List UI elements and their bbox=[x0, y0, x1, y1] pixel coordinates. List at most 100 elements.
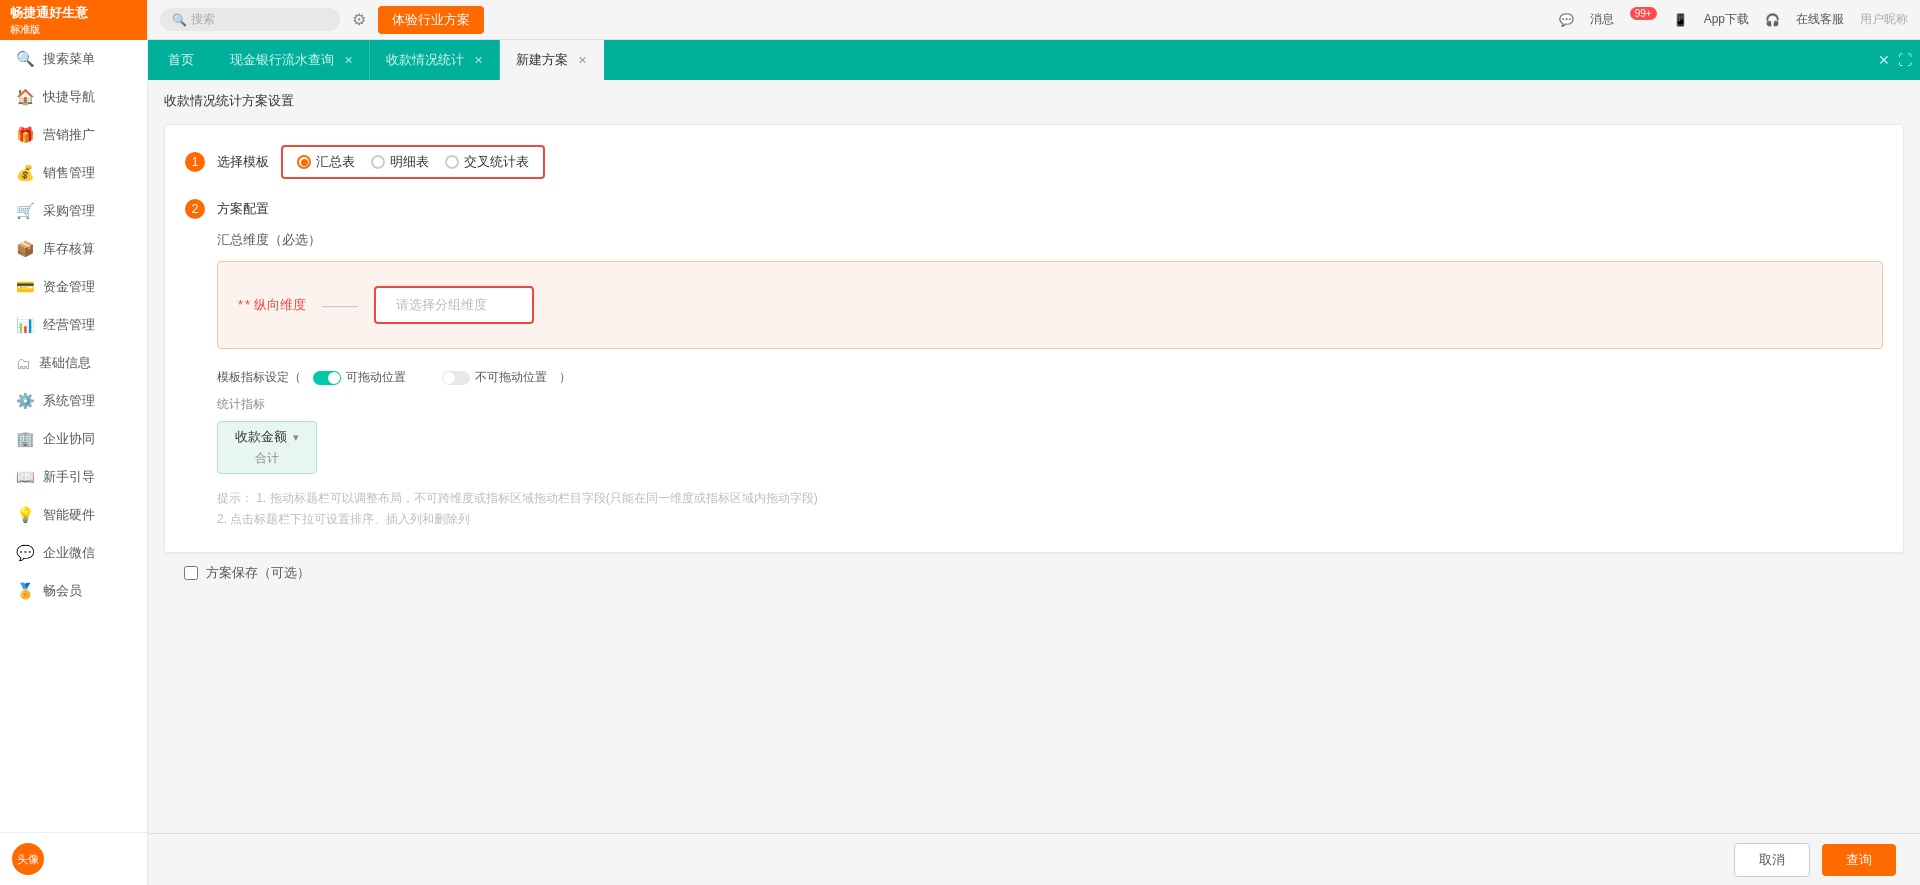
download-label[interactable]: App下载 bbox=[1704, 11, 1749, 28]
member-icon: 🏅 bbox=[16, 582, 35, 600]
metrics-label: 统计指标 bbox=[217, 396, 1883, 413]
toggle-draggable-label: 可拖动位置 bbox=[346, 369, 406, 386]
sidebar-item-inventory[interactable]: 📦库存核算 bbox=[0, 230, 147, 268]
metric-card-label: 收款金额 bbox=[235, 428, 287, 446]
sidebar-item-guide[interactable]: 📖 新手引导 bbox=[0, 458, 147, 496]
step1-badge: 1 bbox=[185, 152, 205, 172]
step2-row: 2 方案配置 bbox=[185, 199, 1883, 219]
wechat-icon: 💬 bbox=[16, 544, 35, 562]
tab-receipt-stats-label: 收款情况统计 bbox=[386, 51, 464, 69]
tab-bar-right: ✕ ⛶ bbox=[1878, 52, 1920, 68]
smart-hw-icon: 💡 bbox=[16, 506, 35, 524]
sidebar-item-finance[interactable]: 💳 资金管理 bbox=[0, 268, 147, 306]
sidebar-item-label: 企业协同 bbox=[43, 430, 95, 448]
sidebar-item-wechat[interactable]: 💬 企业微信 bbox=[0, 534, 147, 572]
service-label[interactable]: 在线客服 bbox=[1796, 11, 1844, 28]
vertical-dim-select[interactable]: 请选择分组维度 bbox=[374, 286, 534, 324]
toggle-draggable[interactable]: 可拖动位置 bbox=[313, 369, 406, 386]
tab-home-label: 首页 bbox=[168, 51, 194, 69]
basic-info-icon: 🗂 bbox=[16, 355, 31, 372]
main-area: 🔍 搜索 ⚙ 体验行业方案 💬 消息 99+ 📱 App下载 🎧 在线客服 用户… bbox=[148, 0, 1920, 885]
quick-nav-icon: 🏠 bbox=[16, 88, 35, 106]
tab-expand-icon[interactable]: ⛶ bbox=[1898, 52, 1912, 68]
logo-text: 畅捷通好生意 bbox=[10, 4, 88, 22]
radio-crosstab-label: 交叉统计表 bbox=[464, 153, 529, 171]
tips-section: 提示： 1. 拖动标题栏可以调整布局，不可跨维度或指标区域拖动栏目字段(只能在同… bbox=[217, 490, 1883, 528]
logo-sub: 标准版 bbox=[10, 23, 88, 37]
radio-detail[interactable]: 明细表 bbox=[371, 153, 429, 171]
topbar-search[interactable]: 🔍 搜索 bbox=[160, 8, 340, 31]
sidebar-item-label: 资金管理 bbox=[43, 278, 95, 296]
metrics-section: 统计指标 收款金额 ▾ 合计 bbox=[217, 396, 1883, 474]
message-label: 消息 bbox=[1590, 11, 1614, 28]
metric-card-receipt[interactable]: 收款金额 ▾ 合计 bbox=[217, 421, 317, 474]
chevron-down-icon: ▾ bbox=[293, 431, 299, 444]
sales-icon: 💰 bbox=[16, 164, 35, 182]
cancel-button[interactable]: 取消 bbox=[1734, 843, 1810, 877]
sidebar-item-operations[interactable]: 📊经营管理 bbox=[0, 306, 147, 344]
download-icon: 📱 bbox=[1673, 13, 1688, 27]
step1-row: 1 选择模板 汇总表 明细表 交叉统计表 bbox=[185, 145, 1883, 179]
finance-icon: 💳 bbox=[16, 278, 35, 296]
sidebar-item-search-menu[interactable]: 🔍搜索菜单 bbox=[0, 40, 147, 78]
sidebar-item-label: 企业微信 bbox=[43, 544, 95, 562]
radio-summary[interactable]: 汇总表 bbox=[297, 153, 355, 171]
sidebar-item-member[interactable]: 🏅 畅会员 bbox=[0, 572, 147, 610]
tab-new-plan[interactable]: 新建方案 ✕ bbox=[500, 40, 604, 80]
toggle-nondraggable[interactable]: 不可拖动位置 bbox=[442, 369, 547, 386]
tab-bank-flow-label: 现金银行流水查询 bbox=[230, 51, 334, 69]
metric-card-sub: 合计 bbox=[255, 450, 279, 467]
metrics-separator bbox=[418, 369, 430, 386]
sidebar-item-system[interactable]: ⚙️系统管理 bbox=[0, 382, 147, 420]
metric-card-header: 收款金额 ▾ bbox=[235, 428, 299, 446]
sidebar-bottom: 头像 bbox=[0, 832, 147, 885]
tab-bank-flow-close[interactable]: ✕ bbox=[344, 54, 353, 67]
sidebar-item-basic-info[interactable]: 🗂 基础信息 bbox=[0, 344, 147, 382]
enterprise-icon: 🏢 bbox=[16, 430, 35, 448]
search-icon: 🔍 bbox=[172, 13, 187, 27]
tab-new-plan-close[interactable]: ✕ bbox=[578, 54, 587, 67]
action-button[interactable]: 体验行业方案 bbox=[378, 6, 484, 34]
sidebar-item-label: 智能硬件 bbox=[43, 506, 95, 524]
purchase-icon: 🛒 bbox=[16, 202, 35, 220]
sidebar-item-label: 畅会员 bbox=[43, 582, 82, 600]
settings-box: 1 选择模板 汇总表 明细表 交叉统计表 bbox=[164, 124, 1904, 553]
guide-icon: 📖 bbox=[16, 468, 35, 486]
operations-icon: 📊 bbox=[16, 316, 35, 334]
sidebar-logo: 畅捷通好生意 标准版 bbox=[0, 0, 147, 40]
step2-content: 汇总维度（必选） ** 纵向维度 —— 请选择分组维度 模板指标设定（ 可拖动位… bbox=[217, 231, 1883, 528]
tab-home[interactable]: 首页 bbox=[148, 40, 214, 80]
sidebar-item-smart-hw[interactable]: 💡 智能硬件 bbox=[0, 496, 147, 534]
toggle-draggable-dot bbox=[313, 371, 341, 385]
radio-summary-dot bbox=[297, 155, 311, 169]
tab-bank-flow[interactable]: 现金银行流水查询 ✕ bbox=[214, 40, 370, 80]
sidebar-item-enterprise[interactable]: 🏢 企业协同 bbox=[0, 420, 147, 458]
metrics-config-close: ） bbox=[559, 369, 571, 386]
vertical-dim-label: ** 纵向维度 bbox=[238, 296, 306, 314]
save-label: 方案保存（可选） bbox=[206, 564, 310, 582]
save-checkbox[interactable] bbox=[184, 566, 198, 580]
sidebar-item-quick-nav[interactable]: 🏠快捷导航 bbox=[0, 78, 147, 116]
tab-new-plan-label: 新建方案 bbox=[516, 51, 568, 69]
search-placeholder: 搜索 bbox=[191, 11, 215, 28]
gear-icon[interactable]: ⚙ bbox=[352, 10, 366, 29]
sidebar-item-label: 销售管理 bbox=[43, 164, 95, 182]
sidebar-item-label: 基础信息 bbox=[39, 354, 91, 372]
tab-receipt-stats-close[interactable]: ✕ bbox=[474, 54, 483, 67]
sidebar-item-marketing[interactable]: 🎁营销推广 bbox=[0, 116, 147, 154]
radio-crosstab[interactable]: 交叉统计表 bbox=[445, 153, 529, 171]
tab-receipt-stats[interactable]: 收款情况统计 ✕ bbox=[370, 40, 500, 80]
tab-close-all-icon[interactable]: ✕ bbox=[1878, 52, 1890, 68]
sidebar-item-label: 新手引导 bbox=[43, 468, 95, 486]
query-button[interactable]: 查询 bbox=[1822, 844, 1896, 876]
page-title: 收款情况统计方案设置 bbox=[164, 92, 1904, 110]
sidebar-item-sales[interactable]: 💰 销售管理 bbox=[0, 154, 147, 192]
marketing-icon: 🎁 bbox=[16, 126, 35, 144]
sidebar-item-purchase[interactable]: 🛒 采购管理 bbox=[0, 192, 147, 230]
system-icon: ⚙️ bbox=[16, 392, 35, 410]
dimension-area: ** 纵向维度 —— 请选择分组维度 bbox=[217, 261, 1883, 349]
tip-1: 提示： 1. 拖动标题栏可以调整布局，不可跨维度或指标区域拖动栏目字段(只能在同… bbox=[217, 490, 1883, 507]
topbar: 🔍 搜索 ⚙ 体验行业方案 💬 消息 99+ 📱 App下载 🎧 在线客服 用户… bbox=[148, 0, 1920, 40]
user-name: 用户昵称 bbox=[1860, 11, 1908, 28]
sidebar-item-label: 采购管理 bbox=[43, 202, 95, 220]
